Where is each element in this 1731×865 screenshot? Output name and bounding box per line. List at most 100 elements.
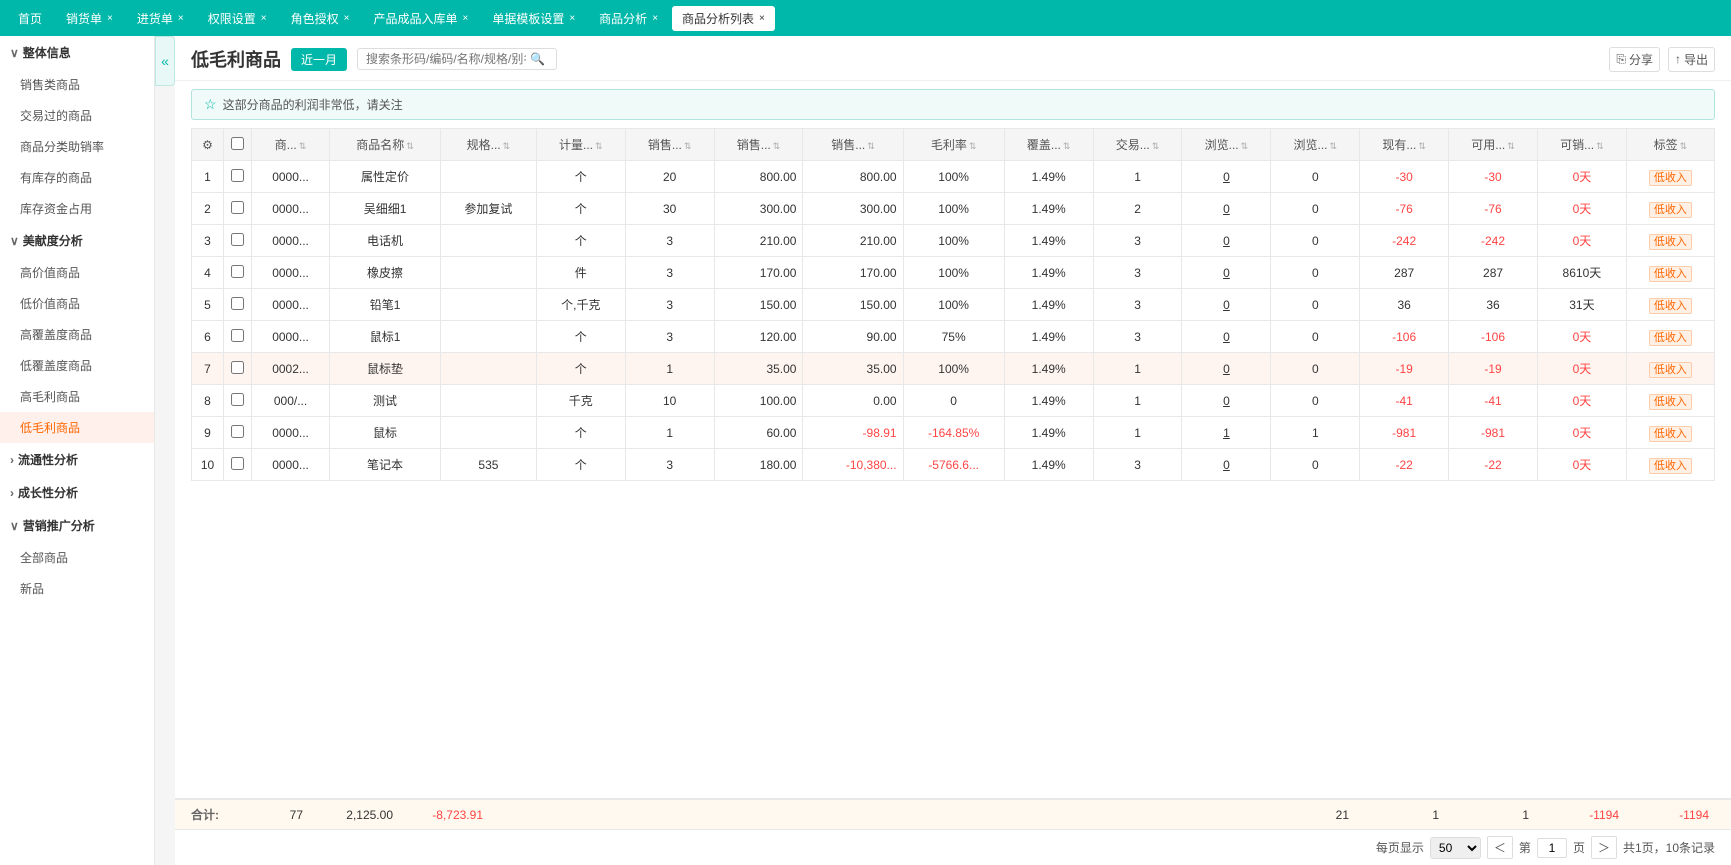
view1-link[interactable]: 0: [1223, 202, 1230, 216]
sidebar-item-low-profit[interactable]: 低毛利商品: [0, 412, 154, 443]
row-select[interactable]: [231, 265, 244, 278]
sidebar-item-new-products[interactable]: 新品: [0, 573, 154, 604]
sidebar-item-high-value[interactable]: 高价值商品: [0, 257, 154, 288]
row-select[interactable]: [231, 393, 244, 406]
sidebar-section-circulation[interactable]: › 流通性分析: [0, 443, 154, 476]
export-btn[interactable]: ↑ 导出: [1668, 47, 1715, 72]
col-cover[interactable]: 覆盖...⇅: [1004, 129, 1093, 161]
row-unit: 个: [536, 417, 625, 449]
per-page-select[interactable]: 50 100 200: [1430, 837, 1481, 859]
sidebar-section-growth[interactable]: › 成长性分析: [0, 476, 154, 509]
view1-link[interactable]: 0: [1223, 458, 1230, 472]
nav-close-purchase[interactable]: ×: [178, 13, 184, 24]
view1-link[interactable]: 0: [1223, 234, 1230, 248]
row-select[interactable]: [231, 329, 244, 342]
date-filter-btn[interactable]: 近一月: [291, 48, 347, 71]
view1-link[interactable]: 0: [1223, 330, 1230, 344]
row-checkbox[interactable]: [224, 321, 252, 353]
nav-sales[interactable]: 销货单 ×: [56, 6, 123, 31]
nav-permissions[interactable]: 权限设置 ×: [198, 6, 277, 31]
nav-home[interactable]: 首页: [8, 6, 52, 31]
row-no: 3: [192, 225, 224, 257]
footer-stock2: -1194: [1645, 808, 1715, 822]
next-page-btn[interactable]: ＞: [1591, 836, 1617, 859]
sidebar-item-high-profit[interactable]: 高毛利商品: [0, 381, 154, 412]
prev-page-btn[interactable]: ＜: [1487, 836, 1513, 859]
col-s3[interactable]: 销售...⇅: [803, 129, 903, 161]
col-trade[interactable]: 交易...⇅: [1093, 129, 1182, 161]
col-view1[interactable]: 浏览...⇅: [1182, 129, 1271, 161]
nav-analysis-list[interactable]: 商品分析列表 ×: [672, 6, 775, 31]
sidebar-item-high-coverage[interactable]: 高覆盖度商品: [0, 319, 154, 350]
col-s2[interactable]: 销售...⇅: [714, 129, 803, 161]
col-spec[interactable]: 规格...⇅: [440, 129, 536, 161]
nav-close-template[interactable]: ×: [569, 13, 575, 24]
view1-link[interactable]: 0: [1223, 170, 1230, 184]
nav-template-settings[interactable]: 单据模板设置 ×: [482, 6, 585, 31]
view1-link[interactable]: 1: [1223, 426, 1230, 440]
row-checkbox[interactable]: [224, 193, 252, 225]
share-btn[interactable]: ⎘ 分享: [1609, 47, 1660, 72]
col-gross[interactable]: 毛利率⇅: [903, 129, 1004, 161]
select-all-checkbox[interactable]: [231, 137, 244, 150]
sidebar-section-value[interactable]: ∨ 美献度分析: [0, 224, 154, 257]
nav-product-entry[interactable]: 产品成品入库单 ×: [363, 6, 478, 31]
nav-close-product-entry[interactable]: ×: [462, 13, 468, 24]
sidebar-collapse-btn[interactable]: «: [155, 36, 175, 86]
sidebar-item-capital[interactable]: 库存资金占用: [0, 193, 154, 224]
sidebar-item-category-sales[interactable]: 商品分类助销率: [0, 131, 154, 162]
row-checkbox[interactable]: [224, 385, 252, 417]
page-input[interactable]: [1537, 838, 1567, 858]
row-checkbox[interactable]: [224, 449, 252, 481]
col-tag[interactable]: 标签⇅: [1626, 129, 1714, 161]
sidebar-item-low-coverage[interactable]: 低覆盖度商品: [0, 350, 154, 381]
nav-close-roles[interactable]: ×: [344, 13, 350, 24]
row-select[interactable]: [231, 297, 244, 310]
sidebar-item-stock-products[interactable]: 有库存的商品: [0, 162, 154, 193]
col-settings[interactable]: ⚙: [192, 129, 224, 161]
sidebar-section-overview[interactable]: ∨ 整体信息: [0, 36, 154, 69]
col-s1[interactable]: 销售...⇅: [625, 129, 714, 161]
row-select[interactable]: [231, 457, 244, 470]
nav-purchase[interactable]: 进货单 ×: [127, 6, 194, 31]
view1-link[interactable]: 0: [1223, 266, 1230, 280]
sidebar-item-low-value[interactable]: 低价值商品: [0, 288, 154, 319]
nav-close-analysis-list[interactable]: ×: [759, 13, 765, 24]
nav-close-analysis[interactable]: ×: [652, 13, 658, 24]
col-checkbox[interactable]: [224, 129, 252, 161]
search-icon[interactable]: 🔍: [530, 52, 545, 66]
view1-link[interactable]: 0: [1223, 362, 1230, 376]
sidebar-section-marketing[interactable]: ∨ 营销推广分析: [0, 509, 154, 542]
row-checkbox[interactable]: [224, 225, 252, 257]
row-select[interactable]: [231, 169, 244, 182]
col-code[interactable]: 商...⇅: [252, 129, 330, 161]
col-name[interactable]: 商品名称⇅: [330, 129, 441, 161]
col-view2[interactable]: 浏览...⇅: [1271, 129, 1360, 161]
row-checkbox[interactable]: [224, 257, 252, 289]
row-select[interactable]: [231, 425, 244, 438]
row-checkbox[interactable]: [224, 353, 252, 385]
nav-close-permissions[interactable]: ×: [261, 13, 267, 24]
row-select[interactable]: [231, 233, 244, 246]
row-checkbox[interactable]: [224, 289, 252, 321]
row-trade: 3: [1093, 225, 1182, 257]
sidebar-item-traded-products[interactable]: 交易过的商品: [0, 100, 154, 131]
row-checkbox[interactable]: [224, 417, 252, 449]
row-checkbox[interactable]: [224, 161, 252, 193]
col-stock1[interactable]: 现有...⇅: [1360, 129, 1449, 161]
row-select[interactable]: [231, 361, 244, 374]
row-spec: [440, 257, 536, 289]
nav-roles[interactable]: 角色授权 ×: [281, 6, 360, 31]
sidebar-item-sales-products[interactable]: 销售类商品: [0, 69, 154, 100]
col-unit[interactable]: 计量...⇅: [536, 129, 625, 161]
row-select[interactable]: [231, 201, 244, 214]
view1-link[interactable]: 0: [1223, 394, 1230, 408]
nav-product-analysis[interactable]: 商品分析 ×: [589, 6, 668, 31]
sidebar-item-all-products[interactable]: 全部商品: [0, 542, 154, 573]
search-input[interactable]: [366, 52, 526, 66]
row-view2: 1: [1271, 417, 1360, 449]
col-stock2[interactable]: 可用...⇅: [1449, 129, 1538, 161]
view1-link[interactable]: 0: [1223, 298, 1230, 312]
col-stock3[interactable]: 可销...⇅: [1537, 129, 1626, 161]
nav-close-sales[interactable]: ×: [107, 13, 113, 24]
